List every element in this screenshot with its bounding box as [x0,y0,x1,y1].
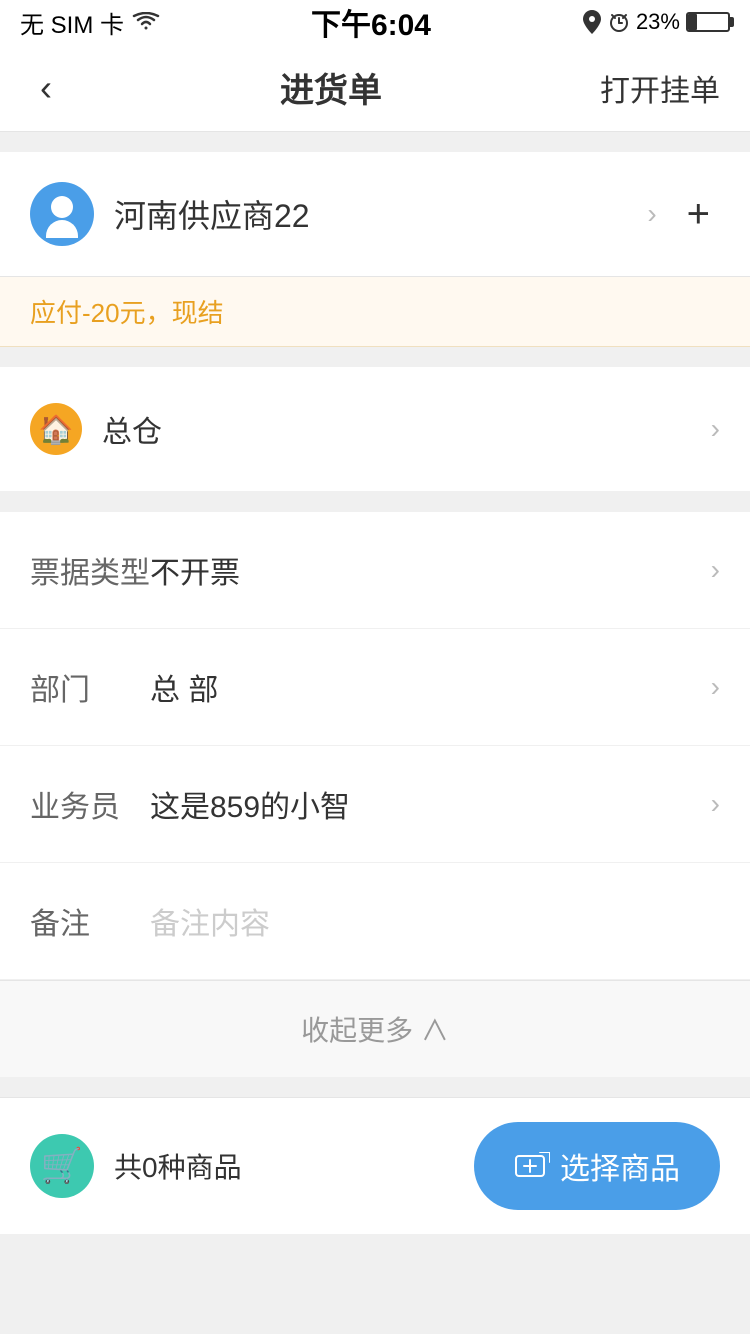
cart-icon-wrapper: 🛒 [30,1134,94,1198]
select-product-button[interactable]: 选择商品 [474,1122,720,1210]
supplier-chevron-icon: › [647,198,656,230]
supplier-name: 河南供应商22 [114,191,647,237]
status-bar: 无 SIM 卡 下午6:04 23% [0,0,750,44]
status-right: 23% [582,9,730,35]
salesperson-value: 这是859的小智 [150,782,711,826]
department-value: 总 部 [150,665,711,709]
collapse-button[interactable]: 收起更多 ∧ [0,980,750,1077]
salesperson-row[interactable]: 业务员 这是859的小智 › [0,746,750,863]
sep-3 [0,1077,750,1097]
sep-1 [0,347,750,367]
invoice-label: 票据类型 [30,548,150,592]
battery-icon [686,12,730,32]
supplier-card: 河南供应商22 › + 应付-20元，现结 [0,152,750,347]
nav-bar: ‹ 进货单 打开挂单 [0,44,750,132]
page-title: 进货单 [280,63,382,112]
supplier-row[interactable]: 河南供应商22 › + [0,152,750,277]
warehouse-chevron-icon: › [711,413,720,445]
select-product-label: 选择商品 [560,1144,680,1188]
back-button[interactable]: ‹ [30,57,62,119]
department-label: 部门 [30,665,150,709]
top-divider [0,132,750,152]
warehouse-value: 总仓 [102,407,711,451]
supplier-notice: 应付-20元，现结 [0,277,750,347]
remark-label: 备注 [30,899,150,943]
invoice-chevron-icon: › [711,554,720,586]
status-time: 下午6:04 [311,0,431,44]
open-pending-button[interactable]: 打开挂单 [600,66,720,110]
department-row[interactable]: 部门 总 部 › [0,629,750,746]
department-chevron-icon: › [711,671,720,703]
sep-2 [0,492,750,512]
invoice-value: 不开票 [150,548,711,592]
battery-text: 23% [636,9,680,35]
select-product-icon [514,1152,550,1180]
status-left: 无 SIM 卡 [20,5,160,40]
warehouse-row[interactable]: 🏠 总仓 › [0,367,750,492]
bottom-section: 🛒 共0种商品 选择商品 [0,1097,750,1234]
add-supplier-button[interactable]: + [677,192,720,237]
remark-row[interactable]: 备注 备注内容 [0,863,750,980]
alarm-icon [608,11,630,33]
salesperson-chevron-icon: › [711,788,720,820]
cart-icon: 🛒 [41,1146,83,1186]
carrier-text: 无 SIM 卡 [20,5,124,40]
collapse-label: 收起更多 ∧ [301,1009,449,1049]
remark-value: 备注内容 [150,899,720,943]
warehouse-icon-wrapper: 🏠 [30,403,82,455]
location-icon [582,10,602,34]
warehouse-card: 🏠 总仓 › [0,367,750,492]
house-icon: 🏠 [39,413,74,446]
product-count: 共0种商品 [114,1146,474,1186]
wifi-icon [132,12,160,32]
salesperson-label: 业务员 [30,782,150,826]
supplier-avatar [30,182,94,246]
form-card: 票据类型 不开票 › 部门 总 部 › 业务员 这是859的小智 › 备注 备注… [0,512,750,1077]
invoice-row[interactable]: 票据类型 不开票 › [0,512,750,629]
avatar-person-icon [44,196,80,232]
